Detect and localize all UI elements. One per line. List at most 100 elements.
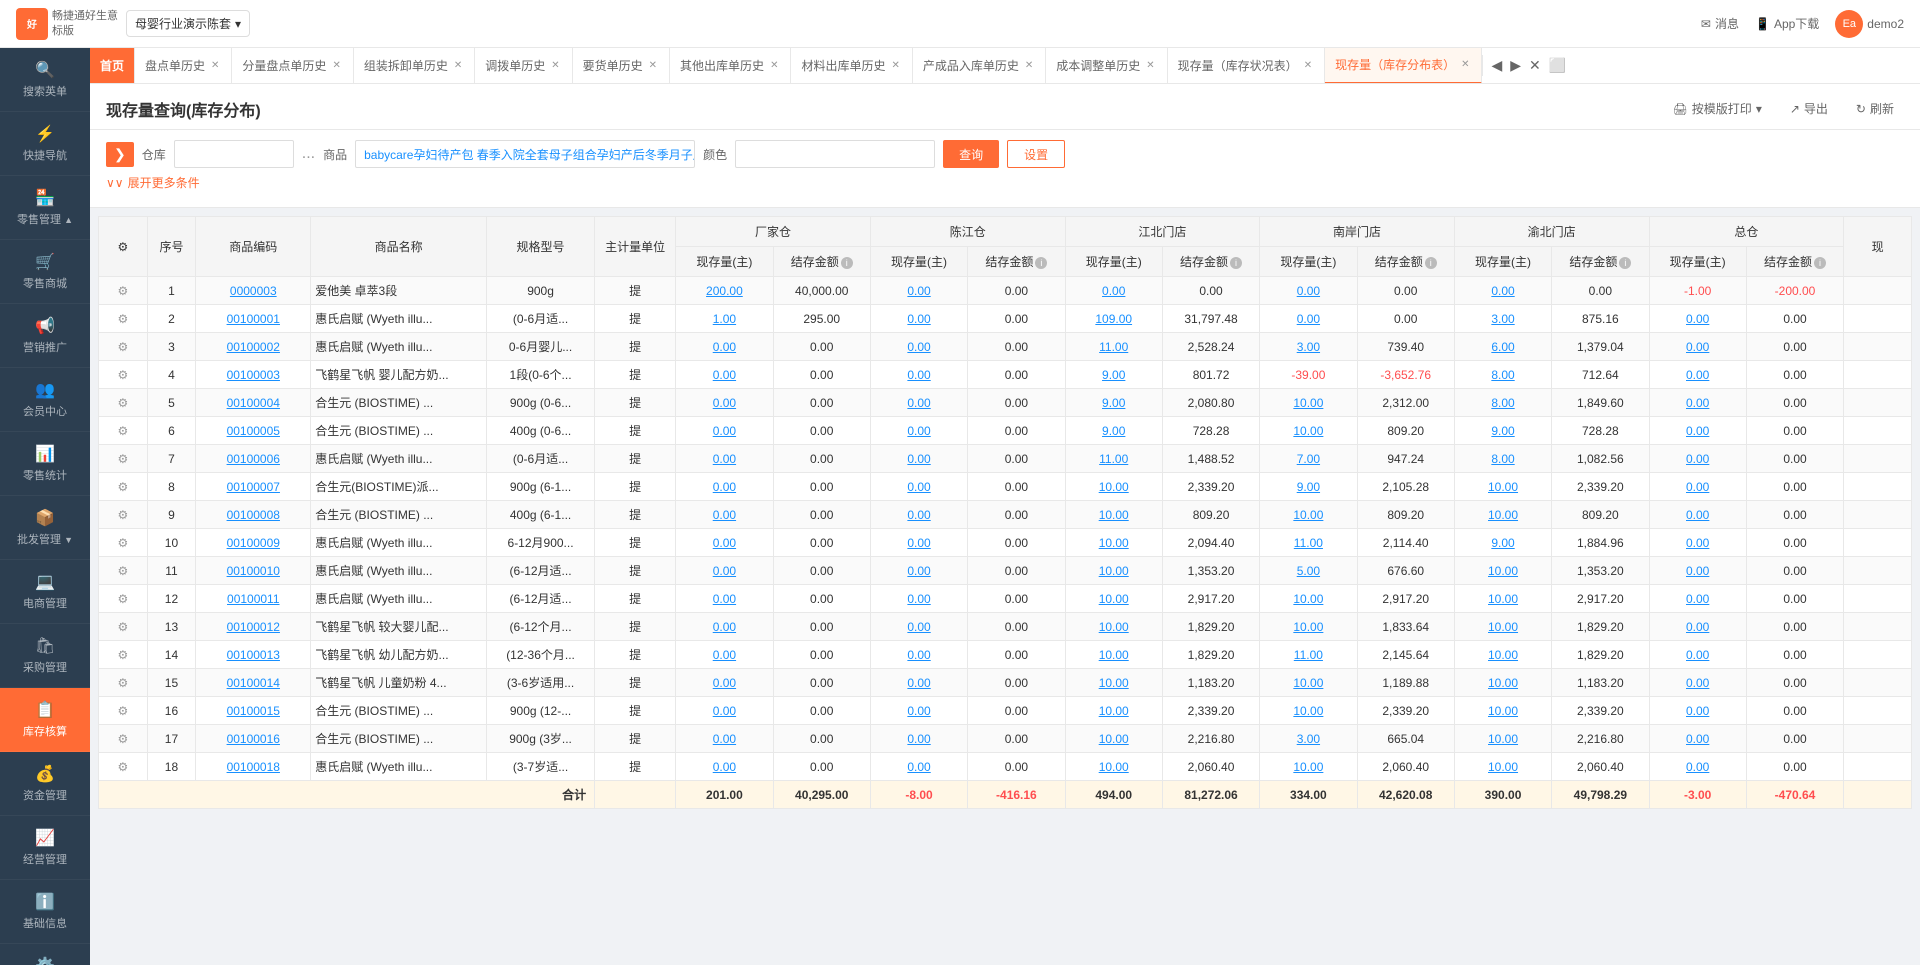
row-total-stock[interactable]: 0.00 xyxy=(1649,529,1746,557)
factory-amount-info-icon[interactable]: i xyxy=(841,257,853,269)
tab-other-outbound[interactable]: 其他出库单历史 ✕ xyxy=(670,48,791,84)
settings-button[interactable]: 设置 xyxy=(1007,140,1065,168)
row-yubei-stock[interactable]: 8.00 xyxy=(1454,361,1551,389)
row-settings-icon[interactable]: ⚙ xyxy=(117,508,128,522)
print-button[interactable]: 🖨 按模版打印 ▾ xyxy=(1663,96,1772,121)
warehouse-input[interactable] xyxy=(174,140,294,168)
row-gear[interactable]: ⚙ xyxy=(99,361,148,389)
row-gear[interactable]: ⚙ xyxy=(99,529,148,557)
sidebar-item-finance[interactable]: 💰 资金管理 xyxy=(0,752,90,816)
row-total-stock[interactable]: 0.00 xyxy=(1649,417,1746,445)
user-profile[interactable]: Ea demo2 xyxy=(1835,10,1904,38)
row-nanan-stock[interactable]: 7.00 xyxy=(1260,445,1357,473)
row-code[interactable]: 00100018 xyxy=(196,753,311,781)
row-jiangbei-stock[interactable]: 109.00 xyxy=(1065,305,1162,333)
row-settings-icon[interactable]: ⚙ xyxy=(117,760,128,774)
row-gear[interactable]: ⚙ xyxy=(99,641,148,669)
row-factory-stock[interactable]: 0.00 xyxy=(676,557,773,585)
row-code[interactable]: 00100016 xyxy=(196,725,311,753)
tab-cost-adjustment[interactable]: 成本调整单历史 ✕ xyxy=(1046,48,1167,84)
row-code[interactable]: 00100014 xyxy=(196,669,311,697)
tab-close-3[interactable]: ✕ xyxy=(452,59,464,72)
search-button[interactable]: 查询 xyxy=(943,140,999,168)
row-nanan-stock[interactable]: 0.00 xyxy=(1260,305,1357,333)
export-button[interactable]: ↗ 导出 xyxy=(1780,96,1838,121)
row-total-stock[interactable]: 0.00 xyxy=(1649,501,1746,529)
row-code[interactable]: 00100007 xyxy=(196,473,311,501)
row-total-stock[interactable]: -1.00 xyxy=(1649,277,1746,305)
row-code[interactable]: 00100011 xyxy=(196,585,311,613)
color-input[interactable] xyxy=(735,140,935,168)
row-chen-stock[interactable]: 0.00 xyxy=(870,697,967,725)
row-jiangbei-stock[interactable]: 9.00 xyxy=(1065,361,1162,389)
row-chen-stock[interactable]: 0.00 xyxy=(870,641,967,669)
row-total-stock[interactable]: 0.00 xyxy=(1649,389,1746,417)
row-factory-stock[interactable]: 0.00 xyxy=(676,725,773,753)
row-nanan-stock[interactable]: 5.00 xyxy=(1260,557,1357,585)
row-yubei-stock[interactable]: 10.00 xyxy=(1454,557,1551,585)
row-chen-stock[interactable]: 0.00 xyxy=(870,725,967,753)
row-yubei-stock[interactable]: 10.00 xyxy=(1454,697,1551,725)
nanan-amount-info-icon[interactable]: i xyxy=(1425,257,1437,269)
row-settings-icon[interactable]: ⚙ xyxy=(117,368,128,382)
row-chen-stock[interactable]: 0.00 xyxy=(870,417,967,445)
tab-close-11[interactable]: ✕ xyxy=(1459,58,1471,71)
row-factory-stock[interactable]: 0.00 xyxy=(676,613,773,641)
row-factory-stock[interactable]: 0.00 xyxy=(676,473,773,501)
row-factory-stock[interactable]: 0.00 xyxy=(676,529,773,557)
row-factory-stock[interactable]: 200.00 xyxy=(676,277,773,305)
row-settings-icon[interactable]: ⚙ xyxy=(117,396,128,410)
row-factory-stock[interactable]: 0.00 xyxy=(676,669,773,697)
row-nanan-stock[interactable]: 10.00 xyxy=(1260,417,1357,445)
row-code[interactable]: 0000003 xyxy=(196,277,311,305)
row-nanan-stock[interactable]: 10.00 xyxy=(1260,501,1357,529)
row-nanan-stock[interactable]: 11.00 xyxy=(1260,529,1357,557)
row-yubei-stock[interactable]: 10.00 xyxy=(1454,585,1551,613)
row-total-stock[interactable]: 0.00 xyxy=(1649,613,1746,641)
sidebar-item-inventory[interactable]: 📋 库存核算 xyxy=(0,688,90,752)
message-item[interactable]: ✉ 消息 xyxy=(1701,15,1739,32)
row-factory-stock[interactable]: 0.00 xyxy=(676,333,773,361)
sidebar-item-wholesale[interactable]: 📦 批发管理 ▼ xyxy=(0,496,90,560)
row-jiangbei-stock[interactable]: 10.00 xyxy=(1065,557,1162,585)
filter-toggle-button[interactable]: ❯ xyxy=(106,142,134,167)
tab-close-5[interactable]: ✕ xyxy=(647,59,659,72)
tab-assemble-history[interactable]: 组装拆卸单历史 ✕ xyxy=(354,48,475,84)
row-settings-icon[interactable]: ⚙ xyxy=(117,704,128,718)
sidebar-item-retail-mgmt[interactable]: 🏪 零售管理 ▲ xyxy=(0,176,90,240)
row-jiangbei-stock[interactable]: 0.00 xyxy=(1065,277,1162,305)
row-factory-stock[interactable]: 1.00 xyxy=(676,305,773,333)
sidebar-item-retail-shop[interactable]: 🛒 零售商城 xyxy=(0,240,90,304)
tab-next-button[interactable]: ▶ xyxy=(1506,55,1525,76)
app-download-item[interactable]: 📱 App下载 xyxy=(1755,15,1819,32)
row-factory-stock[interactable]: 0.00 xyxy=(676,641,773,669)
row-code[interactable]: 00100004 xyxy=(196,389,311,417)
tab-close-7[interactable]: ✕ xyxy=(889,59,901,72)
row-factory-stock[interactable]: 0.00 xyxy=(676,585,773,613)
tab-partial-stockcheck[interactable]: 分量盘点单历史 ✕ xyxy=(232,48,353,84)
row-chen-stock[interactable]: 0.00 xyxy=(870,557,967,585)
sidebar-item-member[interactable]: 👥 会员中心 xyxy=(0,368,90,432)
row-settings-icon[interactable]: ⚙ xyxy=(117,732,128,746)
sidebar-item-operations[interactable]: 📈 经营管理 xyxy=(0,816,90,880)
row-code[interactable]: 00100015 xyxy=(196,697,311,725)
row-jiangbei-stock[interactable]: 11.00 xyxy=(1065,445,1162,473)
tab-stockcheck-history[interactable]: 盘点单历史 ✕ xyxy=(135,48,232,84)
row-code[interactable]: 00100003 xyxy=(196,361,311,389)
row-total-stock[interactable]: 0.00 xyxy=(1649,445,1746,473)
sidebar-item-marketing[interactable]: 📢 营销推广 xyxy=(0,304,90,368)
row-settings-icon[interactable]: ⚙ xyxy=(117,676,128,690)
row-chen-stock[interactable]: 0.00 xyxy=(870,361,967,389)
row-yubei-stock[interactable]: 10.00 xyxy=(1454,753,1551,781)
row-settings-icon[interactable]: ⚙ xyxy=(117,620,128,634)
row-factory-stock[interactable]: 0.00 xyxy=(676,389,773,417)
row-yubei-stock[interactable]: 9.00 xyxy=(1454,529,1551,557)
row-chen-stock[interactable]: 0.00 xyxy=(870,333,967,361)
row-gear[interactable]: ⚙ xyxy=(99,305,148,333)
row-jiangbei-stock[interactable]: 10.00 xyxy=(1065,753,1162,781)
tenant-selector[interactable]: 母婴行业演示陈套 ▾ xyxy=(126,10,250,37)
row-factory-stock[interactable]: 0.00 xyxy=(676,753,773,781)
tab-close-2[interactable]: ✕ xyxy=(330,59,342,72)
row-total-stock[interactable]: 0.00 xyxy=(1649,333,1746,361)
row-settings-icon[interactable]: ⚙ xyxy=(117,564,128,578)
